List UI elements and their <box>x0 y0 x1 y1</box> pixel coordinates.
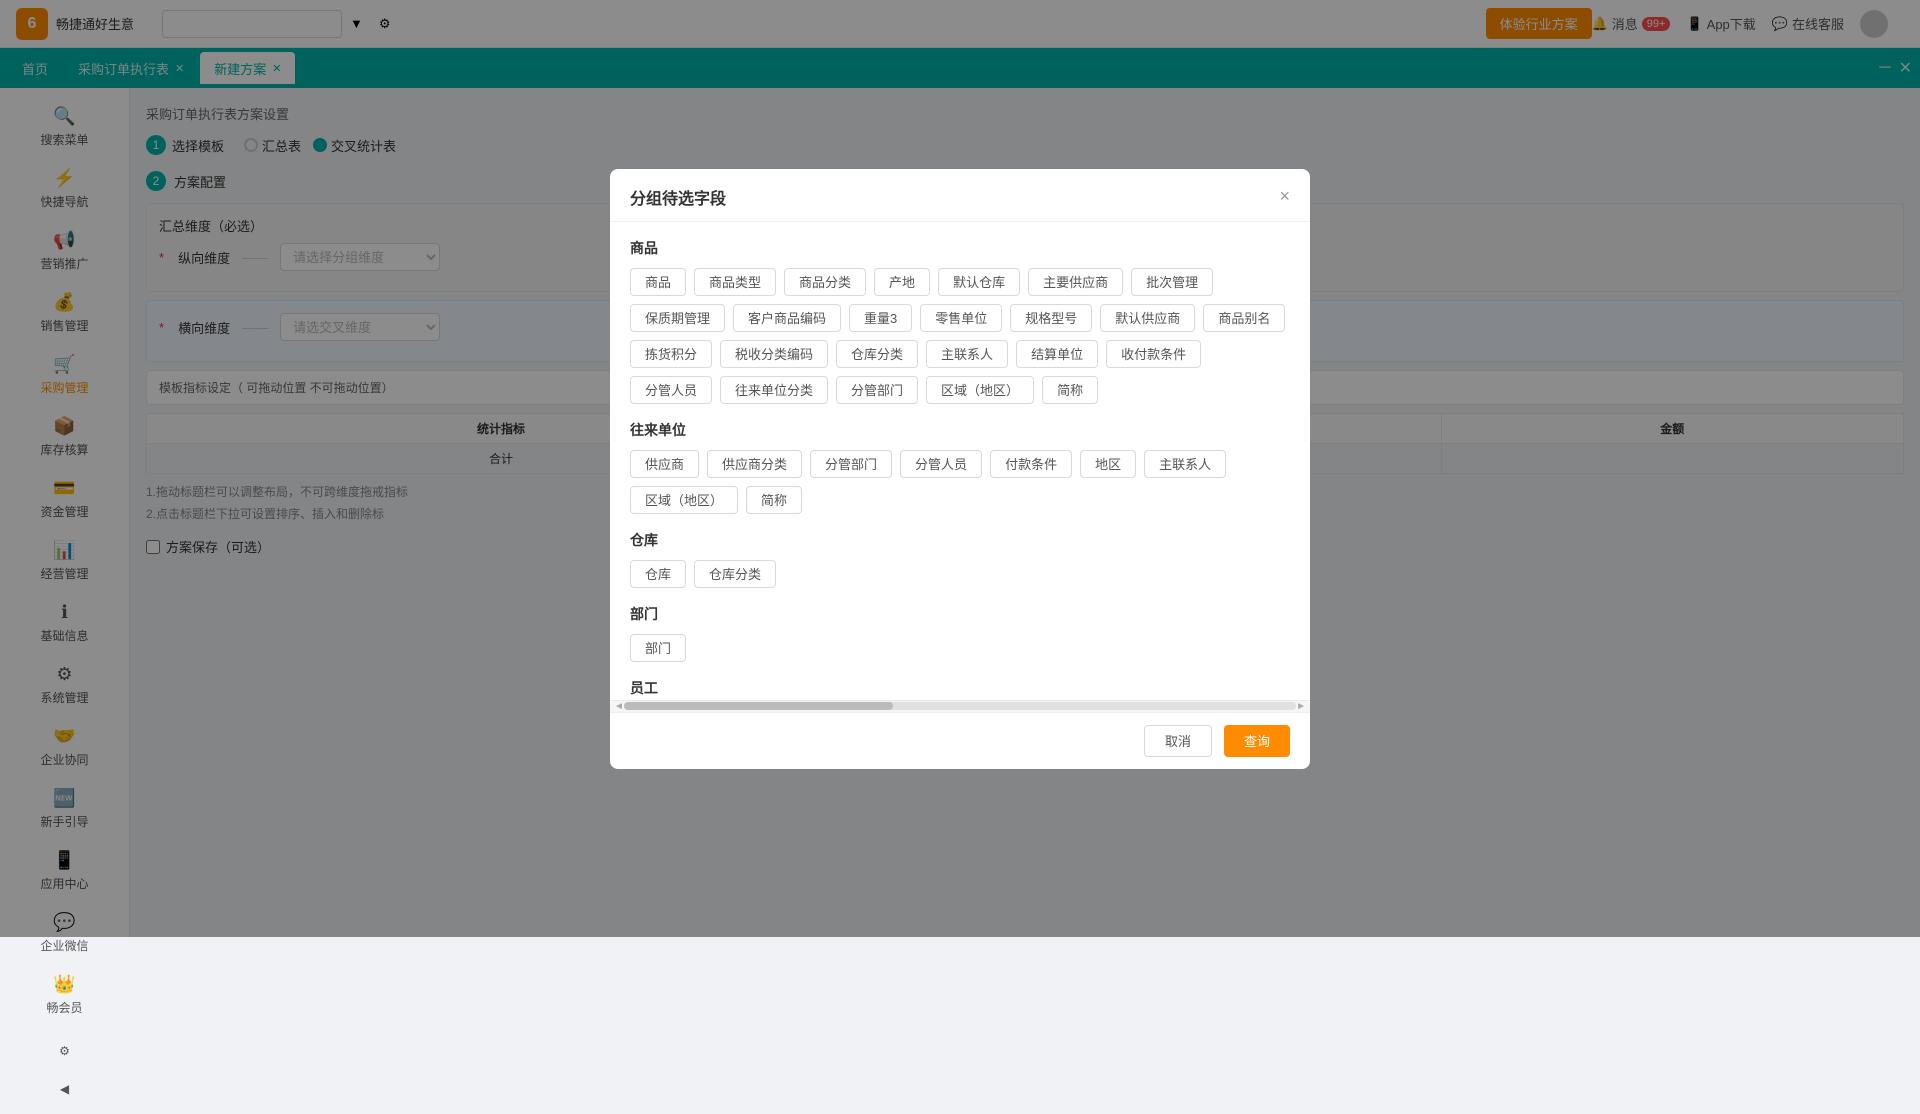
sidebar-item-member-label: 畅会员 <box>46 999 82 1016</box>
field-tag-supplier-category[interactable]: 供应商分类 <box>707 450 802 478</box>
field-tag-partner-area[interactable]: 区域（地区） <box>630 486 738 514</box>
field-tag-partner-region[interactable]: 地区 <box>1080 450 1136 478</box>
h-scrollbar-thumb <box>624 702 893 710</box>
section-product-title: 商品 <box>630 238 1290 258</box>
sidebar-item-member[interactable]: 👑 畅会员 <box>0 964 129 1026</box>
field-tag-dept[interactable]: 部门 <box>630 634 686 662</box>
field-tag-partner-category[interactable]: 往来单位分类 <box>720 376 828 404</box>
field-tag-short-name[interactable]: 简称 <box>1042 376 1098 404</box>
modal-confirm-btn[interactable]: 查询 <box>1224 725 1290 757</box>
section-partner-title: 往来单位 <box>630 420 1290 440</box>
h-scrollbar <box>624 702 1296 710</box>
field-tag-customer-code[interactable]: 客户商品编码 <box>733 304 841 332</box>
field-tag-product-category[interactable]: 商品分类 <box>784 268 866 296</box>
field-tag-main-contact[interactable]: 主联系人 <box>926 340 1008 368</box>
field-tag-main-supplier[interactable]: 主要供应商 <box>1028 268 1123 296</box>
section-partner-tags: 供应商 供应商分类 分管部门 分管人员 付款条件 地区 主联系人 区域（地区） … <box>630 450 1290 514</box>
field-tag-weight[interactable]: 重量3 <box>849 304 912 332</box>
sidebar-collapse-btn[interactable]: ◀ <box>59 1072 70 1106</box>
section-product: 商品 商品 商品类型 商品分类 产地 默认仓库 主要供应商 批次管理 保质期管理… <box>630 238 1290 404</box>
field-tag-dept-supervisor[interactable]: 分管部门 <box>836 376 918 404</box>
section-dept: 部门 部门 <box>630 604 1290 662</box>
modal-footer: 取消 查询 <box>610 712 1310 769</box>
field-tag-region[interactable]: 区域（地区） <box>926 376 1034 404</box>
field-tag-tax-code[interactable]: 税收分类编码 <box>720 340 828 368</box>
field-tag-default-warehouse[interactable]: 默认仓库 <box>938 268 1020 296</box>
section-dept-tags: 部门 <box>630 634 1290 662</box>
field-tag-pick-points[interactable]: 拣货积分 <box>630 340 712 368</box>
modal-scroll-bottom: ◄ ► <box>610 700 1310 712</box>
section-staff-title: 员工 <box>630 678 1290 698</box>
field-tag-shelf-life[interactable]: 保质期管理 <box>630 304 725 332</box>
field-selection-modal: 分组待选字段 × 商品 商品 商品类型 商品分类 产地 默认仓库 主要供应商 批… <box>610 169 1310 769</box>
field-tag-partner-short[interactable]: 简称 <box>746 486 802 514</box>
field-tag-partner-payment[interactable]: 付款条件 <box>990 450 1072 478</box>
sidebar-item-wechat-label: 企业微信 <box>40 937 88 954</box>
field-tag-product-alias[interactable]: 商品别名 <box>1203 304 1285 332</box>
sidebar-settings-btn[interactable]: ⚙ <box>59 1034 70 1068</box>
modal-overlay: 分组待选字段 × 商品 商品 商品类型 商品分类 产地 默认仓库 主要供应商 批… <box>0 0 1920 937</box>
collapse-icon: ◀ <box>60 1082 69 1096</box>
field-tag-warehouse[interactable]: 仓库 <box>630 560 686 588</box>
section-partner: 往来单位 供应商 供应商分类 分管部门 分管人员 付款条件 地区 主联系人 区域… <box>630 420 1290 514</box>
section-product-tags: 商品 商品类型 商品分类 产地 默认仓库 主要供应商 批次管理 保质期管理 客户… <box>630 268 1290 404</box>
modal-body: 商品 商品 商品类型 商品分类 产地 默认仓库 主要供应商 批次管理 保质期管理… <box>610 222 1310 700</box>
field-tag-batch-mgmt[interactable]: 批次管理 <box>1131 268 1213 296</box>
section-staff: 员工 业务员 <box>630 678 1290 700</box>
field-tag-partner-staff[interactable]: 分管人员 <box>900 450 982 478</box>
modal-header: 分组待选字段 × <box>610 169 1310 222</box>
field-tag-spec[interactable]: 规格型号 <box>1010 304 1092 332</box>
section-dept-title: 部门 <box>630 604 1290 624</box>
section-warehouse-title: 仓库 <box>630 530 1290 550</box>
field-tag-supplier[interactable]: 供应商 <box>630 450 699 478</box>
scroll-right-arrow[interactable]: ► <box>1296 701 1306 712</box>
member-icon: 👑 <box>53 974 75 995</box>
field-tag-default-supplier[interactable]: 默认供应商 <box>1100 304 1195 332</box>
field-tag-supervisor[interactable]: 分管人员 <box>630 376 712 404</box>
modal-cancel-btn[interactable]: 取消 <box>1144 725 1212 757</box>
field-tag-origin[interactable]: 产地 <box>874 268 930 296</box>
field-tag-retail-unit[interactable]: 零售单位 <box>920 304 1002 332</box>
field-tag-settlement-unit[interactable]: 结算单位 <box>1016 340 1098 368</box>
sidebar-bottom: ⚙ ◀ <box>59 1026 70 1114</box>
field-tag-product[interactable]: 商品 <box>630 268 686 296</box>
field-tag-partner-contact[interactable]: 主联系人 <box>1144 450 1226 478</box>
field-tag-partner-dept[interactable]: 分管部门 <box>810 450 892 478</box>
section-warehouse-tags: 仓库 仓库分类 <box>630 560 1290 588</box>
settings-bottom-icon: ⚙ <box>59 1044 70 1058</box>
field-tag-warehouse-category[interactable]: 仓库分类 <box>836 340 918 368</box>
field-tag-payment-terms[interactable]: 收付款条件 <box>1106 340 1201 368</box>
modal-title: 分组待选字段 <box>630 185 726 209</box>
modal-close-btn[interactable]: × <box>1279 186 1290 207</box>
field-tag-product-type[interactable]: 商品类型 <box>694 268 776 296</box>
section-warehouse: 仓库 仓库 仓库分类 <box>630 530 1290 588</box>
scroll-left-arrow[interactable]: ◄ <box>614 701 624 712</box>
field-tag-warehouse-cat[interactable]: 仓库分类 <box>694 560 776 588</box>
